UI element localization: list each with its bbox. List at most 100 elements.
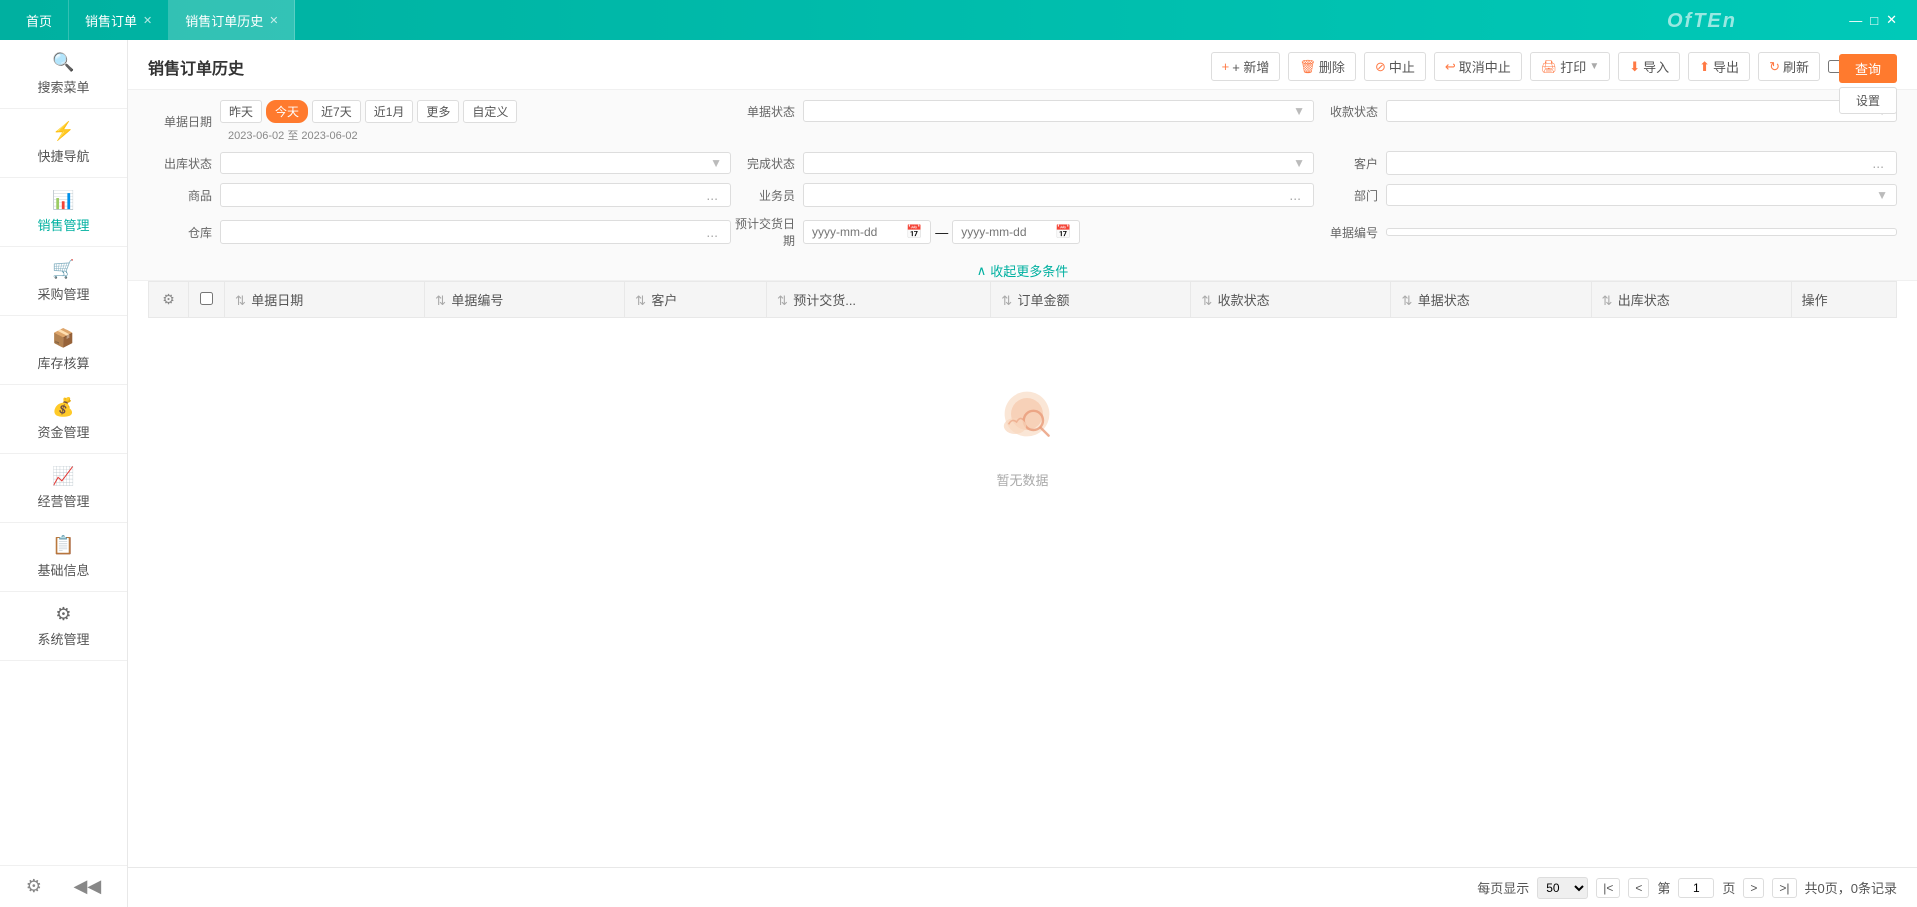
date-custom-btn[interactable]: 自定义 xyxy=(463,100,517,123)
sidebar-item-inventory[interactable]: 📦 库存核算 xyxy=(0,316,127,385)
expected-date-label: 预计交货日期 xyxy=(731,215,803,249)
date-yesterday-btn[interactable]: 昨天 xyxy=(220,100,262,123)
sidebar-item-finance[interactable]: 💰 资金管理 xyxy=(0,385,127,454)
status-label: 单据状态 xyxy=(731,103,803,120)
import-button[interactable]: ⬇ 导入 xyxy=(1618,52,1680,81)
tab-sales-order-history-label: 销售订单历史 xyxy=(185,11,263,30)
tab-sales-order-history[interactable]: 销售订单历史 ✕ xyxy=(169,0,295,40)
sidebar-item-sales[interactable]: 📊 销售管理 xyxy=(0,178,127,247)
sidebar-item-system[interactable]: ⚙ 系统管理 xyxy=(0,592,127,661)
table-settings-icon[interactable]: ⚙ xyxy=(162,291,175,307)
salesman-ellipsis-icon[interactable]: ... xyxy=(1285,187,1305,203)
tab-sales-order-history-close[interactable]: ✕ xyxy=(269,14,278,27)
sidebar-item-quick-nav[interactable]: ⚡ 快捷导航 xyxy=(0,109,127,178)
warehouse-input[interactable]: ... xyxy=(220,220,731,244)
th-expected-date[interactable]: ⇅ 预计交货... xyxy=(766,282,990,318)
table-select-all-checkbox[interactable] xyxy=(200,292,213,305)
brand-text: OfTEn xyxy=(1667,10,1737,33)
sidebar-item-purchase[interactable]: 🛒 采购管理 xyxy=(0,247,127,316)
export-button[interactable]: ⬆ 导出 xyxy=(1688,52,1750,81)
outbound-arrow-icon: ▼ xyxy=(710,156,722,170)
operations-icon: 📈 xyxy=(52,466,74,487)
stop-label: 中止 xyxy=(1389,57,1415,76)
date-7days-btn[interactable]: 近7天 xyxy=(312,100,361,123)
doc-no-label: 单据编号 xyxy=(1314,224,1386,241)
customer-ellipsis-icon[interactable]: ... xyxy=(1868,155,1888,171)
refresh-icon: ↻ xyxy=(1769,59,1780,75)
warehouse-label: 仓库 xyxy=(148,224,220,241)
minimize-button[interactable]: — xyxy=(1849,13,1862,28)
date-more-btn[interactable]: 更多 xyxy=(417,100,459,123)
th-doc-date[interactable]: ⇅ 单据日期 xyxy=(225,282,425,318)
tab-home[interactable]: 首页 xyxy=(10,0,69,40)
th-doc-no[interactable]: ⇅ 单据编号 xyxy=(425,282,625,318)
sidebar-item-quick-nav-label: 快捷导航 xyxy=(37,146,89,165)
prev-page-button[interactable]: < xyxy=(1628,878,1649,898)
page-suffix-label: 页 xyxy=(1722,878,1735,897)
expected-date-from-input[interactable] xyxy=(812,225,902,239)
new-button[interactable]: + + 新增 xyxy=(1211,52,1281,81)
th-customer[interactable]: ⇅ 客户 xyxy=(625,282,767,318)
sidebar-item-system-label: 系统管理 xyxy=(37,629,89,648)
product-label: 商品 xyxy=(148,187,220,204)
new-icon: + xyxy=(1222,59,1230,74)
data-table: ⚙ ⇅ 单据日期 ⇅ 单据编号 xyxy=(148,281,1897,549)
close-button[interactable]: ✕ xyxy=(1886,12,1897,28)
cancel-stop-label: 取消中止 xyxy=(1459,57,1511,76)
tab-sales-order-close[interactable]: ✕ xyxy=(143,14,152,27)
outbound-select[interactable]: ▼ xyxy=(220,152,731,174)
expected-date-from-wrap[interactable]: 📅 xyxy=(803,220,931,244)
warehouse-ellipsis-icon[interactable]: ... xyxy=(702,224,722,240)
delete-button[interactable]: 🗑 删除 xyxy=(1288,52,1356,81)
complete-select[interactable]: ▼ xyxy=(803,152,1314,174)
cancel-stop-button[interactable]: ↩ 取消中止 xyxy=(1434,52,1522,81)
sidebar-item-basic-info[interactable]: 📋 基础信息 xyxy=(0,523,127,592)
customer-input[interactable]: ... xyxy=(1386,151,1897,175)
th-outbound-status[interactable]: ⇅ 出库状态 xyxy=(1591,282,1791,318)
tab-sales-order[interactable]: 销售订单 ✕ xyxy=(69,0,169,40)
refresh-label: 刷新 xyxy=(1783,57,1809,76)
table-area: ⚙ ⇅ 单据日期 ⇅ 单据编号 xyxy=(128,281,1917,867)
th-amount-sort-icon: ⇅ xyxy=(1001,293,1012,308)
settings-bottom-icon[interactable]: ⚙ xyxy=(26,876,42,897)
receipt-status-select[interactable]: ▼ xyxy=(1386,100,1897,122)
complete-arrow-icon: ▼ xyxy=(1293,156,1305,170)
stop-button[interactable]: ⊘ 中止 xyxy=(1364,52,1426,81)
per-page-label: 每页显示 xyxy=(1477,878,1529,897)
customer-label: 客户 xyxy=(1314,155,1386,172)
product-ellipsis-icon[interactable]: ... xyxy=(702,187,722,203)
th-order-amount[interactable]: ⇅ 订单金额 xyxy=(991,282,1191,318)
import-icon: ⬇ xyxy=(1629,59,1640,75)
status-select[interactable]: ▼ xyxy=(803,100,1314,122)
sidebar-item-operations[interactable]: 📈 经营管理 xyxy=(0,454,127,523)
collapse-button[interactable]: ∧ 收起更多条件 xyxy=(148,257,1897,280)
first-page-button[interactable]: |< xyxy=(1596,878,1620,898)
volume-icon[interactable]: ◀◀ xyxy=(74,876,102,897)
delete-icon: 🗑 xyxy=(1299,59,1316,75)
sidebar-item-search-label: 搜索菜单 xyxy=(37,77,89,96)
date-today-btn[interactable]: 今天 xyxy=(266,100,308,123)
product-input[interactable]: ... xyxy=(220,183,731,207)
purchase-icon: 🛒 xyxy=(52,259,74,280)
maximize-button[interactable]: □ xyxy=(1870,13,1878,28)
settings-button[interactable]: 设置 xyxy=(1839,87,1897,114)
per-page-select[interactable]: 50 10 20 100 xyxy=(1537,877,1588,899)
last-page-button[interactable]: >| xyxy=(1772,878,1796,898)
sidebar-item-search[interactable]: 🔍 搜索菜单 xyxy=(0,40,127,109)
salesman-input[interactable]: ... xyxy=(803,183,1314,207)
print-button[interactable]: 🖨 打印 ▼ xyxy=(1530,52,1610,81)
expected-date-to-wrap[interactable]: 📅 xyxy=(952,220,1080,244)
date-1month-btn[interactable]: 近1月 xyxy=(365,100,414,123)
doc-no-input[interactable] xyxy=(1386,228,1897,236)
search-menu-icon: 🔍 xyxy=(52,52,74,73)
refresh-button[interactable]: ↻ 刷新 xyxy=(1758,52,1820,81)
query-button[interactable]: 查询 xyxy=(1839,54,1897,83)
next-page-button[interactable]: > xyxy=(1743,878,1764,898)
th-doc-status[interactable]: ⇅ 单据状态 xyxy=(1391,282,1591,318)
dept-select[interactable]: ▼ xyxy=(1386,184,1897,206)
export-icon: ⬆ xyxy=(1699,59,1710,75)
page-input[interactable] xyxy=(1678,878,1714,898)
th-receipt-status[interactable]: ⇅ 收款状态 xyxy=(1191,282,1391,318)
expected-date-to-input[interactable] xyxy=(961,225,1051,239)
th-doc-status-sort-icon: ⇅ xyxy=(1401,293,1412,308)
